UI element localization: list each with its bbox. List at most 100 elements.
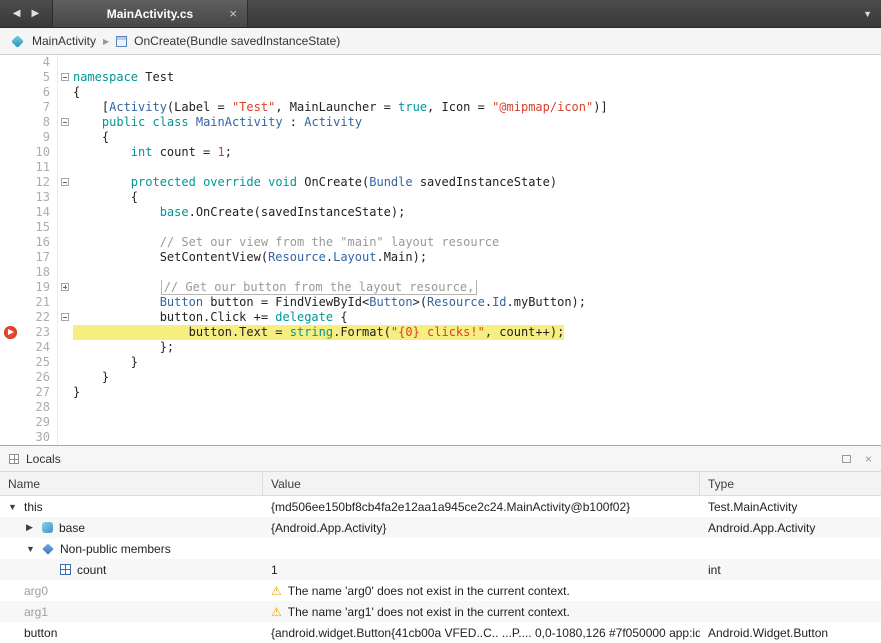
- breakpoint-margin[interactable]: [0, 265, 22, 280]
- code-line[interactable]: 22 button.Click += delegate {: [0, 310, 881, 325]
- locals-row[interactable]: ▶base{Android.App.Activity}Android.App.A…: [0, 517, 881, 538]
- code-line[interactable]: 14 base.OnCreate(savedInstanceState);: [0, 205, 881, 220]
- fold-marker-icon[interactable]: [61, 178, 69, 186]
- code-line[interactable]: 9 {: [0, 130, 881, 145]
- breakpoint-current-line-icon[interactable]: [4, 326, 17, 339]
- close-panel-icon[interactable]: ×: [865, 452, 872, 466]
- breakpoint-margin[interactable]: [0, 190, 22, 205]
- code-editor[interactable]: 45namespace Test6{7 [Activity(Label = "T…: [0, 55, 881, 445]
- locals-header[interactable]: Locals ×: [0, 446, 881, 472]
- fold-margin[interactable]: [58, 310, 73, 325]
- breakpoint-margin[interactable]: [0, 130, 22, 145]
- code-line[interactable]: 30: [0, 430, 881, 445]
- breakpoint-margin[interactable]: [0, 325, 22, 340]
- breakpoint-margin[interactable]: [0, 355, 22, 370]
- code-line[interactable]: 16 // Set our view from the "main" layou…: [0, 235, 881, 250]
- breakpoint-margin[interactable]: [0, 295, 22, 310]
- code-line[interactable]: 23 button.Text = string.Format("{0} clic…: [0, 325, 881, 340]
- breakpoint-margin[interactable]: [0, 100, 22, 115]
- fold-margin[interactable]: [58, 175, 73, 190]
- locals-row[interactable]: arg0⚠The name 'arg0' does not exist in t…: [0, 580, 881, 601]
- expander-icon[interactable]: ▶: [26, 522, 42, 533]
- code-line[interactable]: 5namespace Test: [0, 70, 881, 85]
- variable-value: 1: [263, 563, 700, 577]
- code-line[interactable]: 28: [0, 400, 881, 415]
- line-number: 7: [22, 100, 58, 115]
- code-line[interactable]: 10 int count = 1;: [0, 145, 881, 160]
- back-icon[interactable]: ◀: [13, 8, 21, 19]
- breakpoint-margin[interactable]: [0, 55, 22, 70]
- close-icon[interactable]: ×: [229, 7, 237, 20]
- code-text: int count = 1;: [73, 145, 881, 160]
- code-token: base: [160, 205, 189, 219]
- code-line[interactable]: 27}: [0, 385, 881, 400]
- locals-row[interactable]: count1int: [0, 559, 881, 580]
- breadcrumb-method[interactable]: OnCreate(Bundle savedInstanceState): [134, 34, 340, 48]
- breakpoint-margin[interactable]: [0, 280, 22, 295]
- code-line[interactable]: 4: [0, 55, 881, 70]
- warning-text: The name 'arg0' does not exist in the cu…: [288, 584, 570, 598]
- line-number: 22: [22, 310, 58, 325]
- fold-margin[interactable]: [58, 115, 73, 130]
- code-line[interactable]: 24 };: [0, 340, 881, 355]
- fold-marker-icon[interactable]: [61, 73, 69, 81]
- code-line[interactable]: 21 Button button = FindViewById<Button>(…: [0, 295, 881, 310]
- breakpoint-margin[interactable]: [0, 115, 22, 130]
- fold-margin[interactable]: [58, 70, 73, 85]
- code-token: Activity: [109, 100, 167, 114]
- breakpoint-margin[interactable]: [0, 430, 22, 445]
- breakpoint-margin[interactable]: [0, 310, 22, 325]
- line-number: 14: [22, 205, 58, 220]
- breakpoint-margin[interactable]: [0, 370, 22, 385]
- code-line[interactable]: 17 SetContentView(Resource.Layout.Main);: [0, 250, 881, 265]
- code-line[interactable]: 11: [0, 160, 881, 175]
- breakpoint-margin[interactable]: [0, 70, 22, 85]
- code-line[interactable]: 12 protected override void OnCreate(Bund…: [0, 175, 881, 190]
- breakpoint-margin[interactable]: [0, 400, 22, 415]
- breakpoint-margin[interactable]: [0, 340, 22, 355]
- breakpoint-margin[interactable]: [0, 175, 22, 190]
- breakpoint-margin[interactable]: [0, 85, 22, 100]
- code-text: public class MainActivity : Activity: [73, 115, 881, 130]
- chevron-down-icon[interactable]: ▼: [863, 9, 872, 19]
- breakpoint-margin[interactable]: [0, 385, 22, 400]
- fold-marker-icon[interactable]: [61, 313, 69, 321]
- breadcrumb-class[interactable]: MainActivity: [32, 34, 96, 48]
- locals-row[interactable]: button{android.widget.Button{41cb00a VFE…: [0, 622, 881, 643]
- locals-row[interactable]: arg1⚠The name 'arg1' does not exist in t…: [0, 601, 881, 622]
- tab-mainactivity[interactable]: MainActivity.cs ×: [52, 0, 248, 27]
- fold-marker-icon[interactable]: [61, 283, 69, 291]
- code-line[interactable]: 7 [Activity(Label = "Test", MainLauncher…: [0, 100, 881, 115]
- name-cell: arg0: [0, 584, 263, 598]
- code-line[interactable]: 15: [0, 220, 881, 235]
- code-line[interactable]: 13 {: [0, 190, 881, 205]
- code-line[interactable]: 29: [0, 415, 881, 430]
- forward-icon[interactable]: ▶: [32, 8, 40, 19]
- code-line[interactable]: 6{: [0, 85, 881, 100]
- code-text: // Get our button from the layout resour…: [73, 280, 881, 295]
- breakpoint-margin[interactable]: [0, 160, 22, 175]
- breakpoint-margin[interactable]: [0, 235, 22, 250]
- expander-icon[interactable]: ▼: [26, 544, 42, 554]
- fold-marker-icon[interactable]: [61, 118, 69, 126]
- locals-row[interactable]: ▼Non-public members: [0, 538, 881, 559]
- breakpoint-margin[interactable]: [0, 205, 22, 220]
- code-line[interactable]: 25 }: [0, 355, 881, 370]
- variable-type: Test.MainActivity: [700, 500, 881, 514]
- breakpoint-margin[interactable]: [0, 250, 22, 265]
- code-line[interactable]: 8 public class MainActivity : Activity: [0, 115, 881, 130]
- fold-margin[interactable]: [58, 280, 73, 295]
- dock-icon[interactable]: [842, 455, 851, 463]
- expander-icon[interactable]: ▼: [8, 502, 24, 512]
- variable-name: arg1: [24, 605, 48, 619]
- breakpoint-margin[interactable]: [0, 415, 22, 430]
- fold-margin: [58, 190, 73, 205]
- warning-text: The name 'arg1' does not exist in the cu…: [288, 605, 570, 619]
- line-number: 21: [22, 295, 58, 310]
- code-line[interactable]: 19 // Get our button from the layout res…: [0, 280, 881, 295]
- breakpoint-margin[interactable]: [0, 220, 22, 235]
- locals-row[interactable]: ▼this{md506ee150bf8cb4fa2e12aa1a945ce2c2…: [0, 496, 881, 517]
- breakpoint-margin[interactable]: [0, 145, 22, 160]
- code-line[interactable]: 18: [0, 265, 881, 280]
- code-line[interactable]: 26 }: [0, 370, 881, 385]
